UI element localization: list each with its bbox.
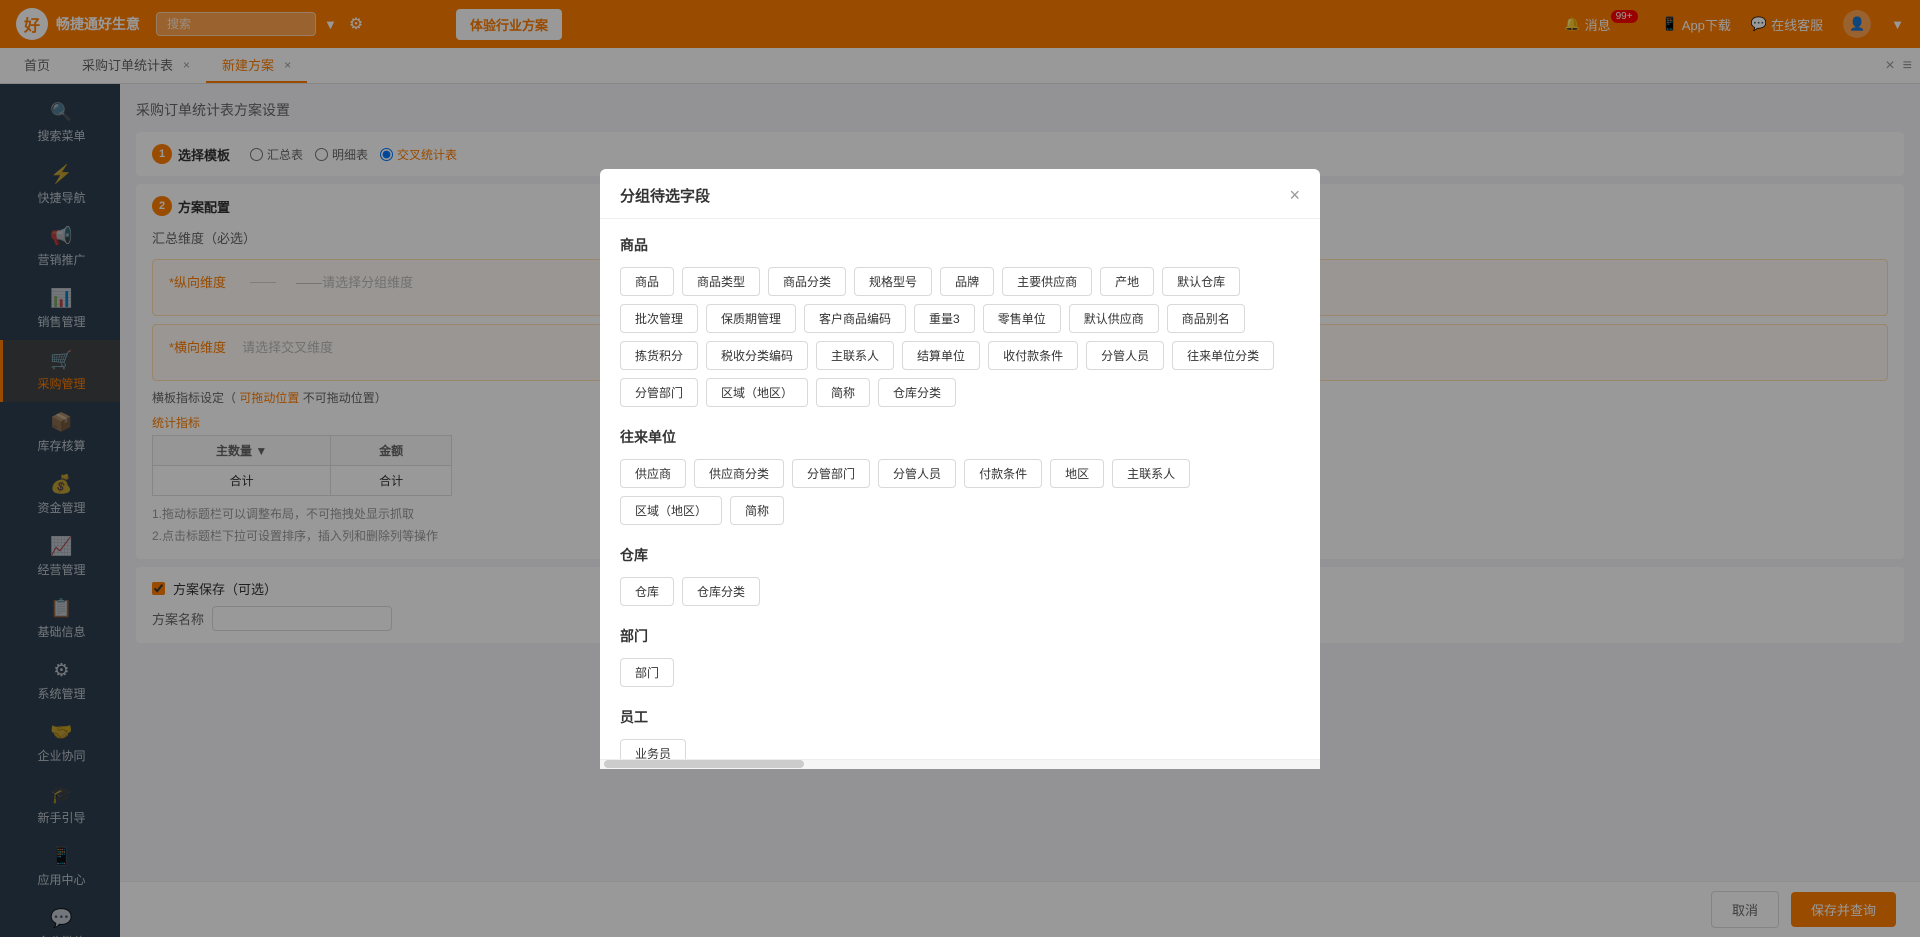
field-tag[interactable]: 产地: [1100, 267, 1154, 296]
field-tag[interactable]: 保质期管理: [706, 304, 796, 333]
field-tag[interactable]: 分管部门: [792, 459, 870, 488]
field-tag[interactable]: 默认仓库: [1162, 267, 1240, 296]
field-tag[interactable]: 业务员: [620, 739, 686, 760]
field-group-title: 部门: [620, 626, 1300, 646]
horizontal-scrollbar-thumb[interactable]: [604, 760, 804, 768]
field-tag[interactable]: 地区: [1050, 459, 1104, 488]
field-tag[interactable]: 重量3: [914, 304, 975, 333]
field-tag[interactable]: 付款条件: [964, 459, 1042, 488]
field-group-title: 往来单位: [620, 427, 1300, 447]
field-tag[interactable]: 主要供应商: [1002, 267, 1092, 296]
field-tag[interactable]: 结算单位: [902, 341, 980, 370]
field-tag[interactable]: 区域（地区）: [706, 378, 808, 407]
field-tag[interactable]: 分管部门: [620, 378, 698, 407]
field-group-员工: 员工业务员: [620, 707, 1300, 760]
modal-overlay: 分组待选字段 × 商品商品商品类型商品分类规格型号品牌主要供应商产地默认仓库批次…: [0, 0, 1920, 937]
modal-header: 分组待选字段 ×: [600, 169, 1320, 219]
field-tag[interactable]: 商品别名: [1167, 304, 1245, 333]
field-tag[interactable]: 部门: [620, 658, 674, 687]
field-group-商品: 商品商品商品类型商品分类规格型号品牌主要供应商产地默认仓库批次管理保质期管理客户…: [620, 235, 1300, 407]
field-tag[interactable]: 主联系人: [816, 341, 894, 370]
field-tag[interactable]: 往来单位分类: [1172, 341, 1274, 370]
field-tag[interactable]: 主联系人: [1112, 459, 1190, 488]
modal-horizontal-scrollbar[interactable]: [600, 759, 1320, 768]
field-tag[interactable]: 简称: [730, 496, 784, 525]
field-tag[interactable]: 供应商: [620, 459, 686, 488]
modal-close-button[interactable]: ×: [1289, 185, 1300, 206]
field-tags: 仓库仓库分类: [620, 577, 1300, 606]
field-group-title: 仓库: [620, 545, 1300, 565]
field-tags: 部门: [620, 658, 1300, 687]
field-tag[interactable]: 供应商分类: [694, 459, 784, 488]
field-group-title: 商品: [620, 235, 1300, 255]
field-tag[interactable]: 分管人员: [1086, 341, 1164, 370]
field-tag[interactable]: 区域（地区）: [620, 496, 722, 525]
field-tag[interactable]: 税收分类编码: [706, 341, 808, 370]
field-tag[interactable]: 默认供应商: [1069, 304, 1159, 333]
modal-dialog: 分组待选字段 × 商品商品商品类型商品分类规格型号品牌主要供应商产地默认仓库批次…: [600, 169, 1320, 769]
field-tag[interactable]: 收付款条件: [988, 341, 1078, 370]
field-tags: 业务员: [620, 739, 1300, 760]
field-group-仓库: 仓库仓库仓库分类: [620, 545, 1300, 606]
field-tag[interactable]: 商品分类: [768, 267, 846, 296]
field-tag[interactable]: 规格型号: [854, 267, 932, 296]
field-group-部门: 部门部门: [620, 626, 1300, 687]
field-tag[interactable]: 品牌: [940, 267, 994, 296]
field-tag[interactable]: 分管人员: [878, 459, 956, 488]
field-tags: 供应商供应商分类分管部门分管人员付款条件地区主联系人区域（地区） 简称: [620, 459, 1300, 525]
field-tag[interactable]: 仓库分类: [878, 378, 956, 407]
field-tag[interactable]: 简称: [816, 378, 870, 407]
modal-body: 商品商品商品类型商品分类规格型号品牌主要供应商产地默认仓库批次管理保质期管理客户…: [600, 219, 1320, 760]
field-tag[interactable]: 仓库: [620, 577, 674, 606]
field-tags: 商品商品类型商品分类规格型号品牌主要供应商产地默认仓库批次管理保质期管理客户商品…: [620, 267, 1300, 407]
modal-title: 分组待选字段: [620, 185, 710, 206]
field-tag[interactable]: 拣货积分: [620, 341, 698, 370]
field-tag[interactable]: 仓库分类: [682, 577, 760, 606]
field-group-title: 员工: [620, 707, 1300, 727]
field-group-往来单位: 往来单位供应商供应商分类分管部门分管人员付款条件地区主联系人区域（地区） 简称: [620, 427, 1300, 525]
field-tag[interactable]: 商品类型: [682, 267, 760, 296]
field-tag[interactable]: 零售单位: [983, 304, 1061, 333]
field-tag[interactable]: 批次管理: [620, 304, 698, 333]
field-tag[interactable]: 客户商品编码: [804, 304, 906, 333]
field-tag[interactable]: 商品: [620, 267, 674, 296]
